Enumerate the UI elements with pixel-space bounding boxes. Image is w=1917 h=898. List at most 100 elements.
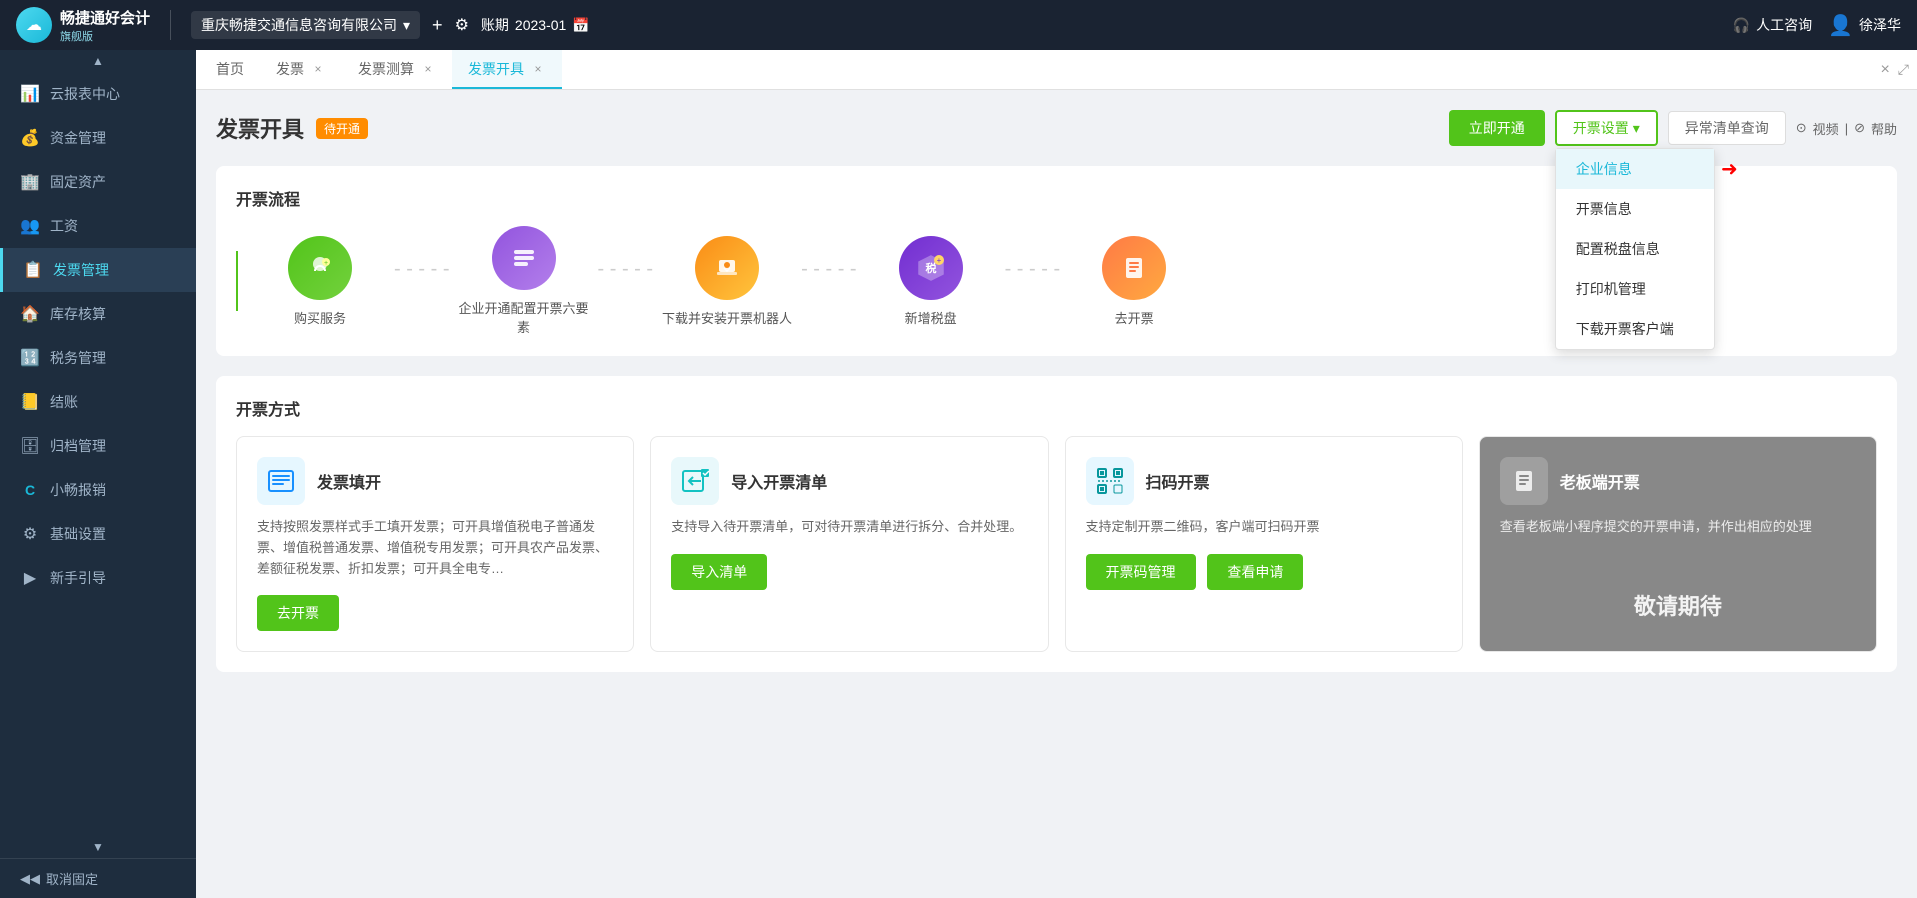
tab-actions: × ⤢ bbox=[1872, 50, 1917, 89]
logo-area: ☁ 畅捷通好会计 旗舰版 bbox=[16, 7, 150, 44]
main-area: ▲ 📊 云报表中心 💰 资金管理 🏢 固定资产 👥 工资 📋 发票管理 bbox=[0, 50, 1917, 898]
cloud-report-icon: 📊 bbox=[20, 84, 40, 104]
sidebar-item-cloud-report[interactable]: 📊 云报表中心 bbox=[0, 72, 196, 116]
sidebar-label-payroll: 工资 bbox=[50, 216, 78, 236]
dropdown-company-info[interactable]: 企业信息 ➜ bbox=[1556, 149, 1714, 189]
content-main: 发票开具 待开通 立即开通 开票设置 ▾ 企业信息 bbox=[196, 90, 1917, 898]
method-scan-title: 扫码开票 bbox=[1146, 469, 1210, 493]
video-play-icon[interactable]: ⊙ bbox=[1796, 120, 1807, 136]
sidebar-label-archive: 归档管理 bbox=[50, 436, 106, 456]
tab-invoice-close[interactable]: × bbox=[310, 61, 326, 77]
method-card-scan: 扫码开票 支持定制开票二维码，客户端可扫码开票 开票码管理 查看申请 bbox=[1065, 436, 1463, 652]
sidebar-item-archive[interactable]: 🗄 归档管理 bbox=[0, 424, 196, 468]
sidebar-item-accounting[interactable]: 📒 结账 bbox=[0, 380, 196, 424]
dropdown-download-client[interactable]: 下载开票客户端 bbox=[1556, 309, 1714, 349]
sidebar-label-settings: 基础设置 bbox=[50, 524, 106, 544]
flow-arrow-1: - - - - - bbox=[394, 258, 450, 305]
capital-icon: 💰 bbox=[20, 128, 40, 148]
tab-invoice-label: 发票 bbox=[276, 59, 304, 79]
archive-icon: 🗄 bbox=[20, 436, 40, 456]
separator: | bbox=[1845, 121, 1848, 136]
tab-invoice[interactable]: 发票 × bbox=[260, 50, 342, 89]
help-icon: ⊘ bbox=[1854, 120, 1865, 136]
method-scan-btn2[interactable]: 查看申请 bbox=[1207, 554, 1303, 590]
sidebar-item-xiaochang[interactable]: C 小畅报销 bbox=[0, 468, 196, 512]
support-label: 人工咨询 bbox=[1756, 15, 1812, 35]
calendar-icon[interactable]: 📅 bbox=[572, 17, 589, 34]
method-import-header: 导入开票清单 bbox=[671, 457, 1027, 505]
boss-overlay-text: 敬请期待 bbox=[1634, 589, 1722, 621]
tab-home[interactable]: 首页 bbox=[200, 50, 260, 89]
flow-step-add-tax: 税+ 新增税盘 bbox=[861, 236, 1001, 327]
tab-invoice-issue-label: 发票开具 bbox=[468, 59, 524, 79]
sidebar: ▲ 📊 云报表中心 💰 资金管理 🏢 固定资产 👥 工资 📋 发票管理 bbox=[0, 50, 196, 898]
tab-close-all[interactable]: × bbox=[1880, 61, 1889, 79]
flow-arrow-4: - - - - - bbox=[1005, 258, 1061, 305]
settings-icon[interactable]: ⚙ bbox=[455, 15, 469, 35]
video-help: ⊙ 视频 | ⊘ 帮助 bbox=[1796, 119, 1897, 138]
method-boss-title: 老板端开票 bbox=[1560, 469, 1640, 493]
tab-invoice-calc-close[interactable]: × bbox=[420, 61, 436, 77]
sidebar-item-tax[interactable]: 🔢 税务管理 bbox=[0, 336, 196, 380]
sidebar-label-xiaochang: 小畅报销 bbox=[50, 480, 106, 500]
method-import-desc: 支持导入待开票清单，可对待开票清单进行拆分、合并处理。 bbox=[671, 517, 1027, 538]
user-info[interactable]: 👤 徐泽华 bbox=[1828, 13, 1901, 38]
top-bar-right: 🎧 人工咨询 👤 徐泽华 bbox=[1733, 13, 1901, 38]
help-label[interactable]: 帮助 bbox=[1871, 119, 1897, 138]
tab-invoice-issue[interactable]: 发票开具 × bbox=[452, 50, 562, 89]
method-card-import: 导入开票清单 支持导入待开票清单，可对待开票清单进行拆分、合并处理。 导入清单 bbox=[650, 436, 1048, 652]
method-scan-btn1[interactable]: 开票码管理 bbox=[1086, 554, 1196, 590]
sidebar-item-settings[interactable]: ⚙ 基础设置 bbox=[0, 512, 196, 556]
support-info[interactable]: 🎧 人工咨询 bbox=[1733, 15, 1812, 35]
method-import-title: 导入开票清单 bbox=[731, 469, 827, 493]
flow-step-configure-icon bbox=[492, 226, 556, 290]
header-actions: 立即开通 开票设置 ▾ 企业信息 ➜ bbox=[1449, 110, 1897, 146]
xiaochang-icon: C bbox=[20, 480, 40, 500]
flow-step-download: 下载并安装开票机器人 bbox=[657, 236, 797, 327]
sidebar-scroll-up[interactable]: ▲ bbox=[0, 50, 196, 72]
methods-section: 开票方式 发票填开 支持按照发票样式手工填开发票；可开具增值税电子普通发票、增值… bbox=[216, 376, 1897, 672]
sidebar-item-payroll[interactable]: 👥 工资 bbox=[0, 204, 196, 248]
method-scan-header: 扫码开票 bbox=[1086, 457, 1442, 505]
dropdown-icon: ▾ bbox=[403, 17, 410, 34]
sidebar-spacer bbox=[0, 600, 196, 836]
svg-text:+: + bbox=[936, 256, 941, 265]
svg-text:+: + bbox=[324, 260, 328, 267]
tab-invoice-issue-close[interactable]: × bbox=[530, 61, 546, 77]
dropdown-invoice-info-label: 开票信息 bbox=[1576, 201, 1632, 217]
tab-invoice-calc[interactable]: 发票测算 × bbox=[342, 50, 452, 89]
settings-dropdown-icon: ▾ bbox=[1633, 120, 1640, 137]
settings-sidebar-icon: ⚙ bbox=[20, 524, 40, 544]
settings-button[interactable]: 开票设置 ▾ bbox=[1555, 110, 1658, 146]
logo-sub: 旗舰版 bbox=[60, 28, 150, 44]
sidebar-item-inventory[interactable]: 🏠 库存核算 bbox=[0, 292, 196, 336]
sidebar-item-capital[interactable]: 💰 资金管理 bbox=[0, 116, 196, 160]
sidebar-item-fixed-assets[interactable]: 🏢 固定资产 bbox=[0, 160, 196, 204]
flow-step-configure-label: 企业开通配置开票六要素 bbox=[454, 298, 594, 336]
sidebar-item-guide[interactable]: ▶ 新手引导 bbox=[0, 556, 196, 600]
company-selector[interactable]: 重庆畅捷交通信息咨询有限公司 ▾ bbox=[191, 11, 420, 39]
logo-text: 畅捷通好会计 bbox=[60, 7, 150, 28]
add-button[interactable]: + bbox=[432, 15, 443, 36]
flow-step-buy-icon: + bbox=[288, 236, 352, 300]
tab-expand[interactable]: ⤢ bbox=[1898, 61, 1909, 78]
dropdown-tax-config[interactable]: 配置税盘信息 bbox=[1556, 229, 1714, 269]
period-value: 2023-01 bbox=[515, 17, 566, 33]
tab-invoice-calc-label: 发票测算 bbox=[358, 59, 414, 79]
sidebar-item-invoice[interactable]: 📋 发票管理 bbox=[0, 248, 196, 292]
settings-dropdown-wrapper: 开票设置 ▾ 企业信息 ➜ 开票信息 bbox=[1555, 110, 1658, 146]
method-fill-btn[interactable]: 去开票 bbox=[257, 595, 339, 631]
method-import-btn[interactable]: 导入清单 bbox=[671, 554, 767, 590]
settings-button-label: 开票设置 bbox=[1573, 118, 1629, 138]
abnormal-button[interactable]: 异常清单查询 bbox=[1668, 111, 1786, 145]
flow-arrow-3: - - - - - bbox=[801, 258, 857, 305]
sidebar-cancel-fixed[interactable]: ◀◀ 取消固定 bbox=[0, 858, 196, 898]
activate-button[interactable]: 立即开通 bbox=[1449, 110, 1545, 146]
dropdown-invoice-info[interactable]: 开票信息 bbox=[1556, 189, 1714, 229]
method-fill-header: 发票填开 bbox=[257, 457, 613, 505]
video-label[interactable]: 视频 bbox=[1813, 119, 1839, 138]
guide-icon: ▶ bbox=[20, 568, 40, 588]
dropdown-printer[interactable]: 打印机管理 bbox=[1556, 269, 1714, 309]
sidebar-label-tax: 税务管理 bbox=[50, 348, 106, 368]
sidebar-scroll-down[interactable]: ▼ bbox=[0, 836, 196, 858]
